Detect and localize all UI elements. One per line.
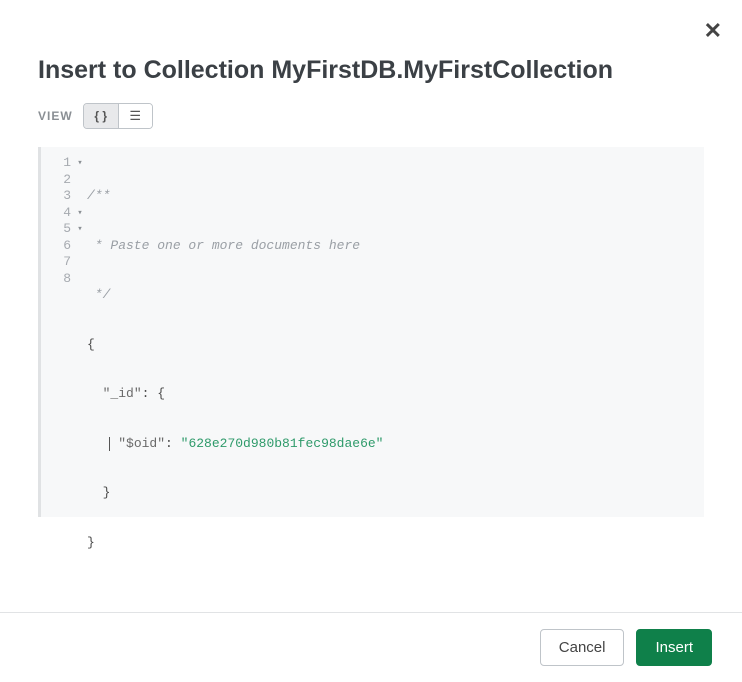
fold-marker	[73, 238, 87, 255]
code-token: * Paste one or more documents here	[87, 238, 360, 253]
line-number: 4	[41, 205, 71, 222]
view-label: VIEW	[38, 109, 73, 123]
fold-marker[interactable]: ▾	[73, 221, 87, 238]
close-icon[interactable]: ✕	[704, 20, 722, 42]
fold-marker	[73, 188, 87, 205]
code-token: }	[87, 485, 110, 500]
fold-marker[interactable]: ▾	[73, 205, 87, 222]
dialog-footer: Cancel Insert	[0, 612, 742, 682]
line-number: 7	[41, 254, 71, 271]
code-area[interactable]: /** * Paste one or more documents here *…	[87, 155, 704, 517]
code-token: /**	[87, 188, 110, 203]
dialog-content: Insert to Collection MyFirstDB.MyFirstCo…	[0, 0, 742, 517]
view-toggle-group: { } ☰	[83, 103, 153, 129]
cancel-button[interactable]: Cancel	[540, 629, 625, 666]
code-token: "628e270d980b81fec98dae6e"	[181, 436, 384, 451]
list-icon: ☰	[129, 108, 141, 124]
line-number: 6	[41, 238, 71, 255]
line-number: 3	[41, 188, 71, 205]
code-token: : {	[142, 386, 165, 401]
fold-marker	[73, 271, 87, 288]
fold-marker[interactable]: ▾	[73, 155, 87, 172]
line-number-gutter: 1 2 3 4 5 6 7 8	[41, 155, 73, 517]
code-token: :	[165, 436, 181, 451]
code-token: */	[87, 287, 110, 302]
code-token: }	[87, 535, 95, 550]
code-token	[87, 436, 118, 451]
view-json-button[interactable]: { }	[84, 104, 118, 128]
line-number: 8	[41, 271, 71, 288]
code-token: "$oid"	[118, 436, 165, 451]
braces-icon: { }	[94, 109, 107, 123]
line-number: 2	[41, 172, 71, 189]
view-toggle-row: VIEW { } ☰	[38, 103, 704, 129]
code-token: {	[87, 337, 95, 352]
line-number: 1	[41, 155, 71, 172]
line-number: 5	[41, 221, 71, 238]
code-editor[interactable]: 1 2 3 4 5 6 7 8 ▾ ▾ ▾ /** * Paste one or…	[38, 147, 704, 517]
fold-gutter: ▾ ▾ ▾	[73, 155, 87, 517]
fold-marker	[73, 254, 87, 271]
dialog-title: Insert to Collection MyFirstDB.MyFirstCo…	[38, 56, 704, 85]
code-token	[87, 386, 103, 401]
code-token: "_id"	[103, 386, 142, 401]
fold-marker	[73, 172, 87, 189]
view-list-button[interactable]: ☰	[118, 104, 152, 128]
insert-button[interactable]: Insert	[636, 629, 712, 666]
